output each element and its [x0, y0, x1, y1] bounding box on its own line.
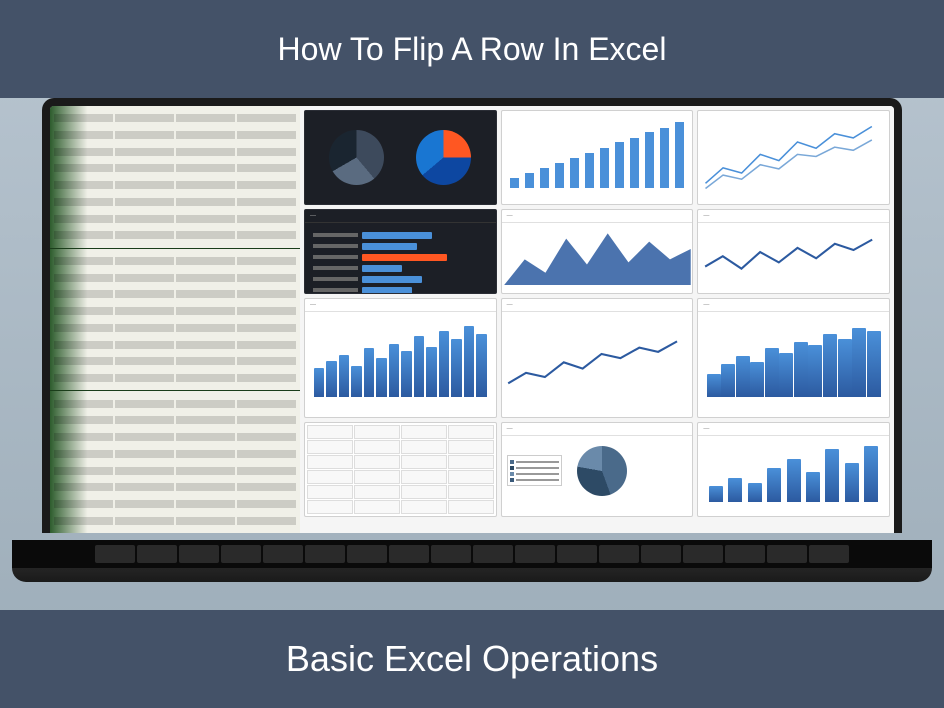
- dashboard-content: — — —: [50, 106, 894, 533]
- data-table-widget: [304, 422, 497, 517]
- header-banner: How To Flip A Row In Excel: [0, 0, 944, 98]
- line-chart-icon: [502, 312, 693, 406]
- pie-chart-icon: [577, 446, 627, 496]
- widget-title: —: [305, 299, 496, 312]
- final-bar-widget: —: [697, 422, 890, 517]
- pie-breakdown-widget: —: [501, 422, 694, 517]
- laptop-screen: — — —: [42, 98, 902, 533]
- bar-growth-widget: [501, 110, 694, 205]
- line-trend-widget: [697, 110, 890, 205]
- laptop-illustration: — — —: [0, 98, 944, 610]
- page-title: How To Flip A Row In Excel: [278, 31, 667, 68]
- widget-title: —: [502, 299, 693, 312]
- pie-chart-icon: [329, 130, 384, 185]
- widget-title: —: [502, 423, 693, 436]
- line-chart-icon: [698, 223, 889, 285]
- sheet-section: [50, 391, 300, 533]
- widget-title: —: [698, 299, 889, 312]
- column-widget: —: [697, 298, 890, 418]
- line-widget-3: —: [501, 298, 694, 418]
- keyboard: [12, 540, 932, 568]
- area-chart-icon: [502, 223, 693, 285]
- big-bar-widget: —: [304, 298, 497, 418]
- footer-banner: Basic Excel Operations: [0, 610, 944, 708]
- widget-title: —: [698, 210, 889, 223]
- sheet-section: [50, 249, 300, 391]
- laptop-base: [12, 540, 932, 582]
- sheet-section: [50, 106, 300, 248]
- pie-widget: [304, 110, 497, 205]
- spreadsheet-panel: [50, 106, 300, 533]
- widget-title: —: [502, 210, 693, 223]
- line-chart-icon: [698, 111, 889, 204]
- hbar-widget: —: [304, 209, 497, 294]
- pie-chart-icon: [416, 130, 471, 185]
- chart-dashboard: — — —: [300, 106, 894, 533]
- widget-title: —: [698, 423, 889, 436]
- widget-title: —: [305, 210, 496, 223]
- footer-title: Basic Excel Operations: [286, 638, 658, 680]
- line-widget-2: —: [697, 209, 890, 294]
- area-mountain-widget: —: [501, 209, 694, 294]
